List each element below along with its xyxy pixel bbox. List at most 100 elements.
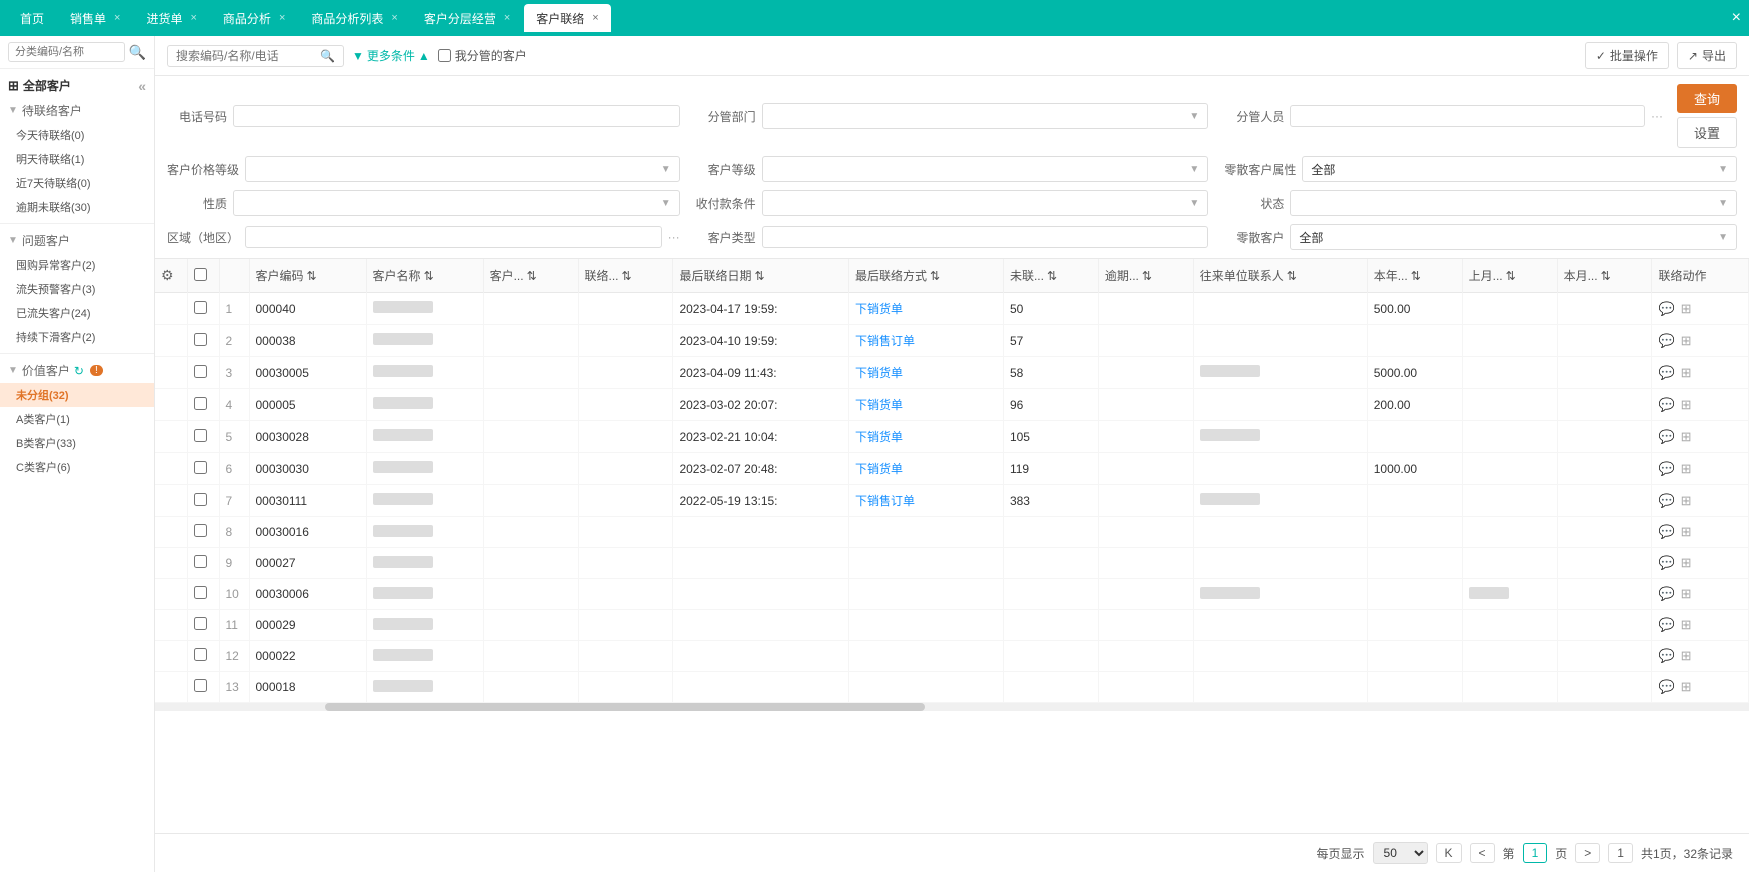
- sidebar-item-class-a[interactable]: A类客户(1): [0, 407, 154, 431]
- last-method-link[interactable]: 下销货单: [855, 366, 903, 380]
- row-select-checkbox[interactable]: [194, 301, 207, 314]
- sidebar-search-input[interactable]: [8, 42, 125, 62]
- row-select-checkbox[interactable]: [194, 365, 207, 378]
- column-settings-icon[interactable]: ⚙: [161, 267, 174, 283]
- close-customer-contact-tab[interactable]: ×: [592, 12, 598, 24]
- search-input[interactable]: [176, 49, 316, 63]
- dept-select[interactable]: ▼: [762, 103, 1209, 129]
- first-page-btn[interactable]: K: [1436, 843, 1462, 863]
- close-purchase-tab[interactable]: ×: [190, 12, 196, 24]
- tab-customer-segment[interactable]: 客户分层经营 ×: [412, 4, 522, 32]
- grid-icon[interactable]: ⊞: [1681, 679, 1692, 695]
- chat-icon[interactable]: 💬: [1658, 586, 1674, 602]
- sidebar-item-tomorrow-pending[interactable]: 明天待联络(1): [0, 147, 154, 171]
- row-select-checkbox[interactable]: [194, 429, 207, 442]
- chat-icon[interactable]: 💬: [1658, 365, 1674, 381]
- last-method-link[interactable]: 下销货单: [855, 462, 903, 476]
- sidebar-item-7days-pending[interactable]: 近7天待联络(0): [0, 171, 154, 195]
- close-product-list-tab[interactable]: ×: [391, 12, 397, 24]
- scatter-attr-select[interactable]: 全部 ▼: [1302, 156, 1737, 182]
- page-size-select[interactable]: 50 100 200: [1373, 842, 1428, 864]
- manager-input[interactable]: [1290, 105, 1645, 127]
- grid-icon[interactable]: ⊞: [1681, 397, 1692, 413]
- chat-icon[interactable]: 💬: [1658, 679, 1674, 695]
- close-product-analysis-tab[interactable]: ×: [279, 12, 285, 24]
- grid-icon[interactable]: ⊞: [1681, 524, 1692, 540]
- sidebar-item-class-c[interactable]: C类客户(6): [0, 455, 154, 479]
- tab-product-analysis[interactable]: 商品分析 ×: [211, 4, 297, 32]
- chat-icon[interactable]: 💬: [1658, 429, 1674, 445]
- row-select-checkbox[interactable]: [194, 679, 207, 692]
- row-select-checkbox[interactable]: [194, 461, 207, 474]
- close-sales-tab[interactable]: ×: [114, 12, 120, 24]
- price-level-select[interactable]: ▼: [245, 156, 680, 182]
- tab-sales[interactable]: 销售单 ×: [58, 4, 132, 32]
- collapse-sidebar-icon[interactable]: «: [138, 78, 146, 94]
- manager-more-icon[interactable]: ···: [1651, 109, 1663, 123]
- sidebar-item-overdue-pending[interactable]: 逾期未联络(30): [0, 195, 154, 219]
- last-page-btn[interactable]: 1: [1608, 843, 1633, 863]
- status-select[interactable]: ▼: [1290, 190, 1737, 216]
- close-customer-segment-tab[interactable]: ×: [504, 12, 510, 24]
- sidebar-item-hoarding-abnormal[interactable]: 囤购异常客户(2): [0, 253, 154, 277]
- more-conditions-btn[interactable]: ▼ 更多条件 ▲: [352, 47, 430, 64]
- row-select-checkbox[interactable]: [194, 555, 207, 568]
- payment-select[interactable]: ▼: [762, 190, 1209, 216]
- customer-level-select[interactable]: ▼: [762, 156, 1209, 182]
- phone-input[interactable]: [233, 105, 680, 127]
- grid-icon[interactable]: ⊞: [1681, 461, 1692, 477]
- grid-icon[interactable]: ⊞: [1681, 555, 1692, 571]
- chat-icon[interactable]: 💬: [1658, 524, 1674, 540]
- prev-page-btn[interactable]: <: [1470, 843, 1495, 863]
- last-method-link[interactable]: 下销售订单: [855, 334, 915, 348]
- tab-product-list[interactable]: 商品分析列表 ×: [299, 4, 409, 32]
- chat-icon[interactable]: 💬: [1658, 555, 1674, 571]
- grid-icon[interactable]: ⊞: [1681, 333, 1692, 349]
- refresh-icon[interactable]: ↻: [74, 364, 84, 378]
- sidebar-item-ungrouped[interactable]: 未分组(32): [0, 383, 154, 407]
- scatter-customer-select[interactable]: 全部 ▼: [1290, 224, 1737, 250]
- chat-icon[interactable]: 💬: [1658, 397, 1674, 413]
- last-method-link[interactable]: 下销货单: [855, 430, 903, 444]
- sidebar-item-churn-warning[interactable]: 流失预警客户(3): [0, 277, 154, 301]
- reset-button[interactable]: 设置: [1677, 117, 1737, 148]
- row-select-checkbox[interactable]: [194, 586, 207, 599]
- region-more-icon[interactable]: ···: [668, 230, 680, 244]
- next-page-btn[interactable]: >: [1575, 843, 1600, 863]
- sidebar-item-class-b[interactable]: B类客户(33): [0, 431, 154, 455]
- chat-icon[interactable]: 💬: [1658, 461, 1674, 477]
- horizontal-scrollbar[interactable]: [155, 703, 1749, 711]
- sidebar-search-icon[interactable]: 🔍: [129, 44, 146, 61]
- row-select-checkbox[interactable]: [194, 648, 207, 661]
- batch-operation-btn[interactable]: ✓ 批量操作: [1585, 42, 1669, 69]
- grid-icon[interactable]: ⊞: [1681, 429, 1692, 445]
- grid-icon[interactable]: ⊞: [1681, 301, 1692, 317]
- chat-icon[interactable]: 💬: [1658, 333, 1674, 349]
- select-all-checkbox[interactable]: [194, 268, 207, 281]
- row-select-checkbox[interactable]: [194, 617, 207, 630]
- region-input[interactable]: [245, 226, 662, 248]
- tab-home[interactable]: 首页: [8, 4, 56, 32]
- row-select-checkbox[interactable]: [194, 333, 207, 346]
- query-button[interactable]: 查询: [1677, 84, 1737, 113]
- chat-icon[interactable]: 💬: [1658, 493, 1674, 509]
- grid-icon[interactable]: ⊞: [1681, 365, 1692, 381]
- export-btn[interactable]: ↗ 导出: [1677, 42, 1737, 69]
- last-method-link[interactable]: 下销售订单: [855, 494, 915, 508]
- scrollbar-thumb[interactable]: [325, 703, 925, 711]
- row-select-checkbox[interactable]: [194, 524, 207, 537]
- tab-customer-contact[interactable]: 客户联络 ×: [524, 4, 610, 32]
- sidebar-item-lost[interactable]: 已流失客户(24): [0, 301, 154, 325]
- grid-icon[interactable]: ⊞: [1681, 617, 1692, 633]
- sidebar-item-today-pending[interactable]: 今天待联络(0): [0, 123, 154, 147]
- row-select-checkbox[interactable]: [194, 493, 207, 506]
- nature-select[interactable]: ▼: [233, 190, 680, 216]
- chat-icon[interactable]: 💬: [1658, 648, 1674, 664]
- close-all-tabs[interactable]: ×: [1732, 9, 1741, 27]
- my-customers-checkbox[interactable]: [438, 49, 451, 62]
- grid-icon[interactable]: ⊞: [1681, 586, 1692, 602]
- last-method-link[interactable]: 下销货单: [855, 398, 903, 412]
- chat-icon[interactable]: 💬: [1658, 617, 1674, 633]
- sidebar-item-declining[interactable]: 持续下滑客户(2): [0, 325, 154, 349]
- tab-purchase[interactable]: 进货单 ×: [134, 4, 208, 32]
